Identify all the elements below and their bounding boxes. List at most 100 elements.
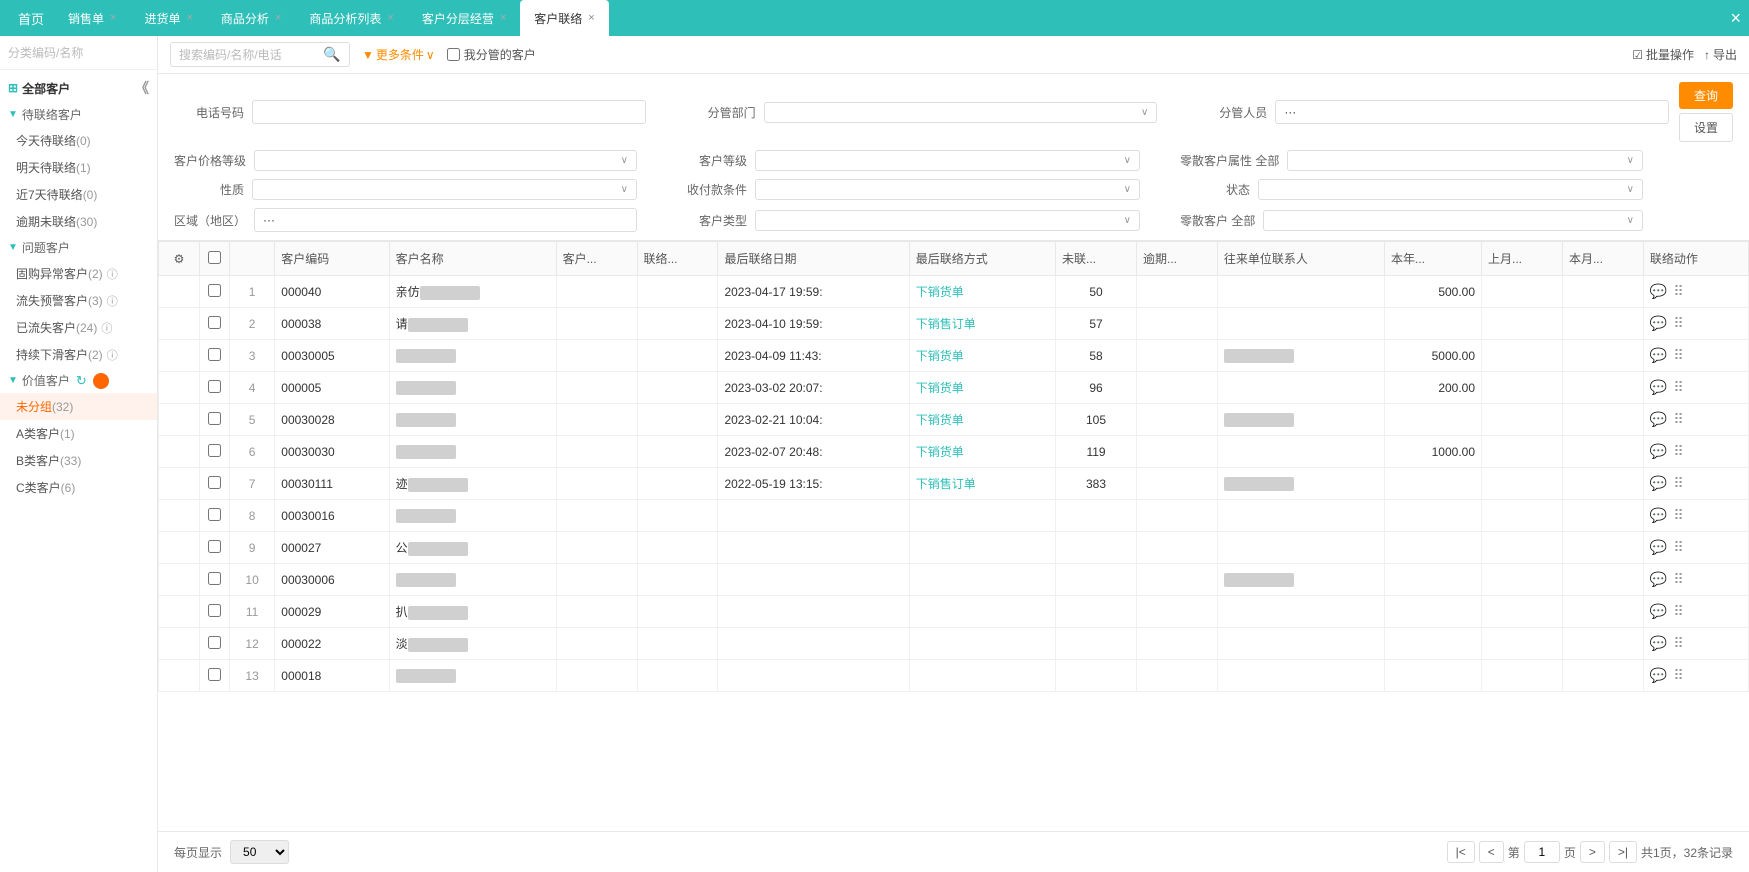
message-icon[interactable]: 💬 — [1650, 347, 1667, 364]
message-icon[interactable]: 💬 — [1650, 379, 1667, 396]
overdue-th[interactable]: 逾期... — [1136, 242, 1217, 276]
nature-select[interactable]: ∨ — [252, 179, 637, 200]
sidebar-group-problem[interactable]: ▼ 问题客户 — [0, 235, 157, 260]
more-icon[interactable]: ⠿ — [1673, 507, 1683, 524]
tab-product-analysis-close[interactable]: × — [275, 12, 281, 24]
message-icon[interactable]: 💬 — [1650, 571, 1667, 588]
refresh-icon[interactable]: ↻ — [76, 373, 87, 389]
sidebar-item-overdue-contact[interactable]: 逾期未联络(30) — [0, 208, 157, 235]
more-icon[interactable]: ⠿ — [1673, 411, 1683, 428]
tab-purchase[interactable]: 进货单 × — [130, 0, 206, 36]
message-icon[interactable]: 💬 — [1650, 411, 1667, 428]
all-customers-header[interactable]: ⊞ 全部客户 《 — [0, 70, 157, 102]
intercompany-contact-th[interactable]: 往来单位联系人 — [1217, 242, 1384, 276]
sidebar-search-input[interactable] — [8, 46, 158, 60]
customer-type-select[interactable]: ∨ — [755, 210, 1140, 231]
more-conditions-btn[interactable]: ▼ 更多条件 ∨ — [362, 46, 435, 63]
checkbox-cell[interactable] — [199, 596, 229, 628]
sidebar-item-pending-tomorrow[interactable]: 明天待联络(1) — [0, 154, 157, 181]
contact-type-link[interactable]: 下销货单 — [916, 413, 964, 427]
payment-select[interactable]: ∨ — [755, 179, 1140, 200]
filter-search-box[interactable]: 🔍 — [170, 42, 350, 67]
tab-purchase-close[interactable]: × — [186, 12, 192, 24]
more-icon[interactable]: ⠿ — [1673, 475, 1683, 492]
gear-icon[interactable]: ⚙ — [174, 252, 185, 266]
message-icon[interactable]: 💬 — [1650, 315, 1667, 332]
next-page-btn[interactable]: > — [1580, 841, 1605, 863]
gear-th[interactable]: ⚙ — [159, 242, 200, 276]
contact-type-link[interactable]: 下销售订单 — [916, 477, 976, 491]
row-checkbox[interactable] — [208, 540, 221, 553]
sidebar-item-abnormal[interactable]: 固购异常客户(2) ⓘ — [0, 260, 157, 287]
first-page-btn[interactable]: |< — [1447, 841, 1475, 863]
row-checkbox[interactable] — [208, 316, 221, 329]
more-icon[interactable]: ⠿ — [1673, 315, 1683, 332]
tab-customer-contact-close[interactable]: × — [588, 12, 594, 24]
row-checkbox[interactable] — [208, 572, 221, 585]
checkbox-cell[interactable] — [199, 564, 229, 596]
reset-btn[interactable]: 设置 — [1679, 113, 1733, 142]
sidebar-group-value[interactable]: ▼ 价值客户 ↻ — [0, 368, 157, 393]
my-customers-check[interactable] — [447, 48, 460, 61]
tab-customer-segment[interactable]: 客户分层经营 × — [408, 0, 520, 36]
select-all-checkbox[interactable] — [208, 251, 221, 264]
checkbox-cell[interactable] — [199, 532, 229, 564]
this-year-th[interactable]: 本年... — [1384, 242, 1481, 276]
checkbox-cell[interactable] — [199, 340, 229, 372]
sidebar-item-declining[interactable]: 持续下滑客户(2) ⓘ — [0, 341, 157, 368]
last-page-btn[interactable]: >| — [1609, 841, 1637, 863]
more-icon[interactable]: ⠿ — [1673, 603, 1683, 620]
checkbox-cell[interactable] — [199, 308, 229, 340]
checkbox-cell[interactable] — [199, 628, 229, 660]
checkbox-cell[interactable] — [199, 404, 229, 436]
person-select[interactable]: ··· — [1275, 100, 1669, 124]
filter-search-icon[interactable]: 🔍 — [323, 46, 340, 63]
status-select[interactable]: ∨ — [1258, 179, 1643, 200]
sidebar-item-class-a[interactable]: A类客户(1) — [0, 420, 157, 447]
sidebar-item-class-b[interactable]: B类客户(33) — [0, 447, 157, 474]
more-icon[interactable]: ⠿ — [1673, 539, 1683, 556]
contact-th[interactable]: 联络... — [637, 242, 718, 276]
sidebar-item-class-c[interactable]: C类客户(6) — [0, 474, 157, 501]
row-checkbox[interactable] — [208, 668, 221, 681]
my-customers-checkbox[interactable]: 我分管的客户 — [447, 46, 536, 63]
checkbox-cell[interactable] — [199, 436, 229, 468]
category-th[interactable]: 客户... — [556, 242, 637, 276]
tab-product-analysis-list[interactable]: 商品分析列表 × — [295, 0, 407, 36]
sidebar-search-box[interactable]: 🔍 — [0, 36, 157, 70]
row-checkbox[interactable] — [208, 476, 221, 489]
batch-operation-btn[interactable]: ☑ 批量操作 — [1632, 46, 1694, 63]
dept-select[interactable]: ∨ — [764, 102, 1158, 123]
phone-input[interactable] — [252, 100, 646, 124]
scatter-customer-select[interactable]: ∨ — [1263, 210, 1643, 231]
row-checkbox[interactable] — [208, 604, 221, 617]
tab-sales-close[interactable]: × — [110, 12, 116, 24]
sidebar-item-pending-today[interactable]: 今天待联络(0) — [0, 127, 157, 154]
row-checkbox[interactable] — [208, 636, 221, 649]
more-icon[interactable]: ⠿ — [1673, 379, 1683, 396]
contact-type-link[interactable]: 下销货单 — [916, 445, 964, 459]
prev-page-btn[interactable]: < — [1479, 841, 1504, 863]
collapse-icon[interactable]: 《 — [135, 78, 149, 98]
this-month-th[interactable]: 本月... — [1562, 242, 1643, 276]
last-contact-date-th[interactable]: 最后联络日期 — [718, 242, 909, 276]
checkbox-cell[interactable] — [199, 468, 229, 500]
message-icon[interactable]: 💬 — [1650, 635, 1667, 652]
message-icon[interactable]: 💬 — [1650, 667, 1667, 684]
more-icon[interactable]: ⠿ — [1673, 347, 1683, 364]
row-checkbox[interactable] — [208, 284, 221, 297]
sidebar-group-pending[interactable]: ▼ 待联络客户 — [0, 102, 157, 127]
sidebar-item-churned[interactable]: 已流失客户(24) ⓘ — [0, 314, 157, 341]
code-th[interactable]: 客户编码 — [275, 242, 389, 276]
row-checkbox[interactable] — [208, 508, 221, 521]
checkbox-cell[interactable] — [199, 276, 229, 308]
tab-sales[interactable]: 销售单 × — [54, 0, 130, 36]
more-icon[interactable]: ⠿ — [1673, 571, 1683, 588]
message-icon[interactable]: 💬 — [1650, 603, 1667, 620]
message-icon[interactable]: 💬 — [1650, 443, 1667, 460]
no-contact-days-th[interactable]: 未联... — [1056, 242, 1137, 276]
tab-customer-segment-close[interactable]: × — [500, 12, 506, 24]
message-icon[interactable]: 💬 — [1650, 475, 1667, 492]
row-checkbox[interactable] — [208, 444, 221, 457]
checkbox-th[interactable] — [199, 242, 229, 276]
